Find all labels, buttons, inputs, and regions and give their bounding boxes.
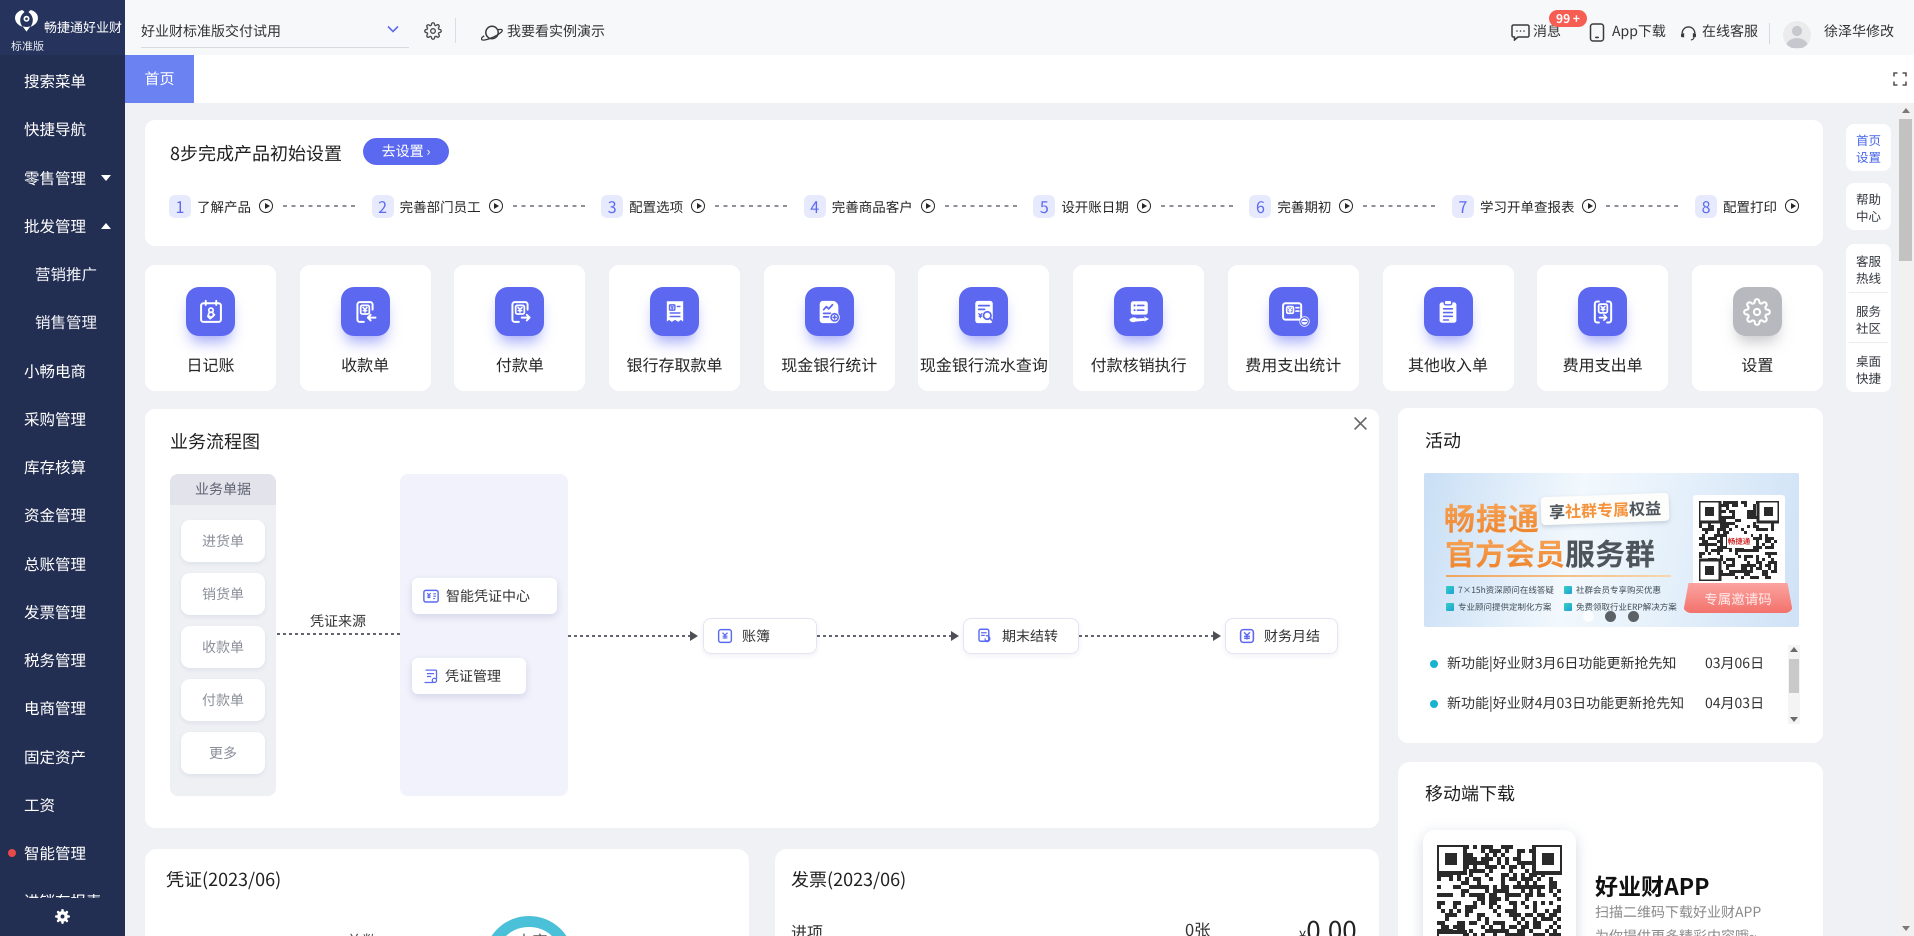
svg-text:畅捷通: 畅捷通	[1728, 536, 1751, 547]
